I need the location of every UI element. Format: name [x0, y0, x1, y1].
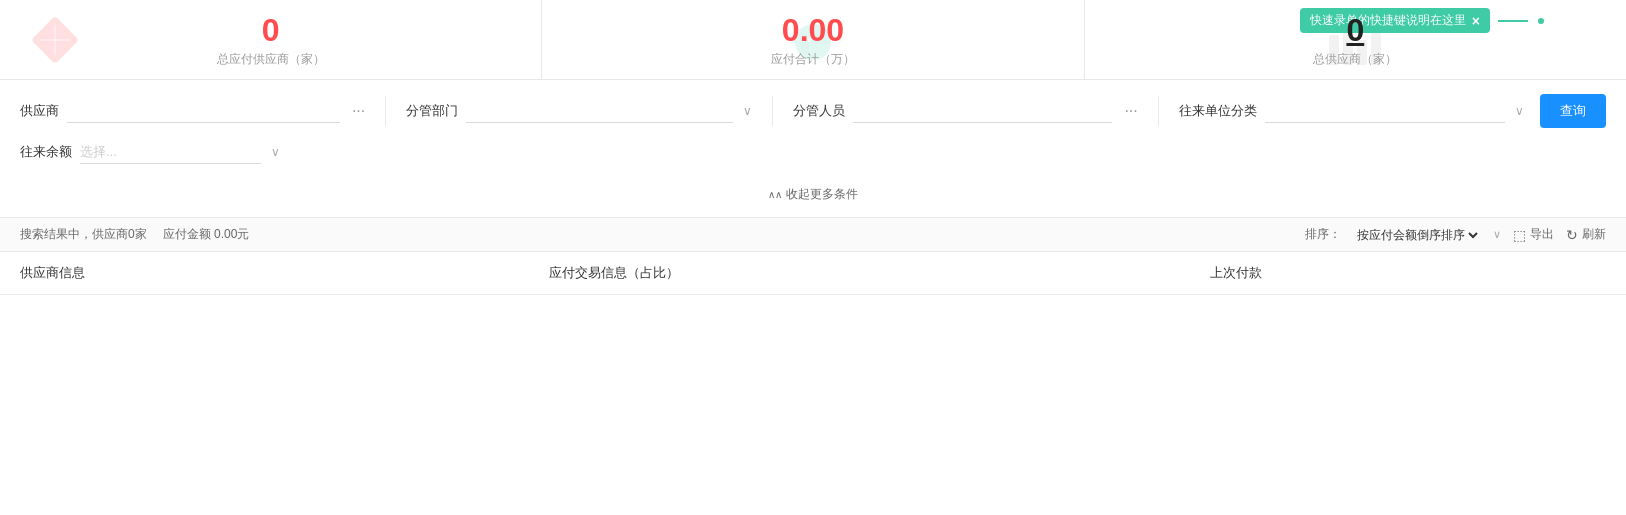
- divider-3: [1158, 96, 1159, 126]
- col-payable-header: 应付交易信息（占比）: [549, 264, 1210, 282]
- table-body: [0, 295, 1626, 515]
- divider-1: [385, 96, 386, 126]
- department-label: 分管部门: [406, 102, 458, 120]
- refresh-label: 刷新: [1582, 226, 1606, 243]
- refresh-icon: ↻: [1566, 227, 1578, 243]
- supplier-count-text: 搜索结果中，供应商0家: [20, 226, 147, 243]
- col-supplier-header: 供应商信息: [20, 264, 549, 282]
- supplier-label: 供应商: [20, 102, 59, 120]
- result-info: 搜索结果中，供应商0家 应付金额 0.00元: [20, 226, 249, 243]
- total-suppliers-number: 0: [1346, 11, 1364, 49]
- filter-row-1: 供应商 ··· 分管部门 ∨ 分管人员 ··· 往来单位分类 ∨ 查询: [20, 94, 1606, 128]
- collapse-up-icon: ∧∧: [768, 189, 782, 200]
- sort-label: 排序：: [1305, 226, 1341, 243]
- export-icon: ⬚: [1513, 227, 1526, 243]
- export-label: 导出: [1530, 226, 1554, 243]
- payable-total-label: 应付合计（万）: [771, 51, 855, 68]
- table-header: 供应商信息 应付交易信息（占比） 上次付款: [0, 252, 1626, 295]
- unit-class-label: 往来单位分类: [1179, 102, 1257, 120]
- export-button[interactable]: ⬚ 导出: [1513, 226, 1554, 243]
- result-bar: 搜索结果中，供应商0家 应付金额 0.00元 排序： 按应付会额倒序排序 ∨ ⬚…: [0, 218, 1626, 252]
- person-dots-button[interactable]: ···: [1124, 102, 1137, 120]
- result-actions: 排序： 按应付会额倒序排序 ∨ ⬚ 导出 ↻ 刷新: [1305, 226, 1606, 243]
- sort-select[interactable]: 按应付会额倒序排序: [1353, 227, 1481, 243]
- stat-total-suppliers: 快速录单的快捷键说明在这里 × 0 总供应商（家）: [1085, 0, 1626, 79]
- supplier-input[interactable]: [67, 99, 340, 123]
- department-filter: 分管部门 ∨: [406, 99, 751, 123]
- stat-total-payable-suppliers: 0 总应付供应商（家）: [0, 0, 542, 79]
- query-button[interactable]: 查询: [1540, 94, 1606, 128]
- stats-bar: 0 总应付供应商（家） 0.00 应付合计（万）: [0, 0, 1626, 80]
- filter-row-2: 往来余额 选择... ∨: [20, 140, 1606, 164]
- data-table: 供应商信息 应付交易信息（占比） 上次付款: [0, 252, 1626, 515]
- person-input[interactable]: [853, 99, 1113, 123]
- stat-payable-total: 0.00 应付合计（万）: [542, 0, 1084, 79]
- unit-class-filter: 往来单位分类 ∨: [1179, 99, 1524, 123]
- balance-chevron-icon: ∨: [271, 145, 280, 159]
- person-label: 分管人员: [793, 102, 845, 120]
- sort-chevron-icon: ∨: [1493, 228, 1501, 241]
- unit-class-input[interactable]: [1265, 99, 1505, 123]
- divider-2: [772, 96, 773, 126]
- collapse-bar: ∧∧ 收起更多条件: [20, 176, 1606, 217]
- balance-label: 往来余额: [20, 143, 72, 161]
- department-chevron-icon: ∨: [743, 104, 752, 118]
- filter-bar: 供应商 ··· 分管部门 ∨ 分管人员 ··· 往来单位分类 ∨ 查询: [0, 80, 1626, 218]
- department-input[interactable]: [466, 99, 732, 123]
- person-filter: 分管人员 ···: [793, 99, 1138, 123]
- total-suppliers-label: 总供应商（家）: [1313, 51, 1397, 68]
- query-btn-wrapper: 查询: [1540, 94, 1606, 128]
- total-payable-suppliers-label: 总应付供应商（家）: [217, 51, 325, 68]
- collapse-button[interactable]: ∧∧ 收起更多条件: [756, 182, 870, 207]
- balance-filter: 往来余额 选择... ∨: [20, 140, 280, 164]
- balance-select[interactable]: 选择...: [80, 140, 261, 164]
- supplier-filter: 供应商 ···: [20, 99, 365, 123]
- payable-total-number: 0.00: [782, 11, 844, 49]
- total-payable-suppliers-number: 0: [262, 11, 280, 49]
- amount-text: 应付金额 0.00元: [163, 226, 250, 243]
- supplier-dots-button[interactable]: ···: [352, 102, 365, 120]
- collapse-label: 收起更多条件: [786, 186, 858, 203]
- unit-class-chevron-icon: ∨: [1515, 104, 1524, 118]
- col-lastpay-header: 上次付款: [1210, 264, 1607, 282]
- refresh-button[interactable]: ↻ 刷新: [1566, 226, 1606, 243]
